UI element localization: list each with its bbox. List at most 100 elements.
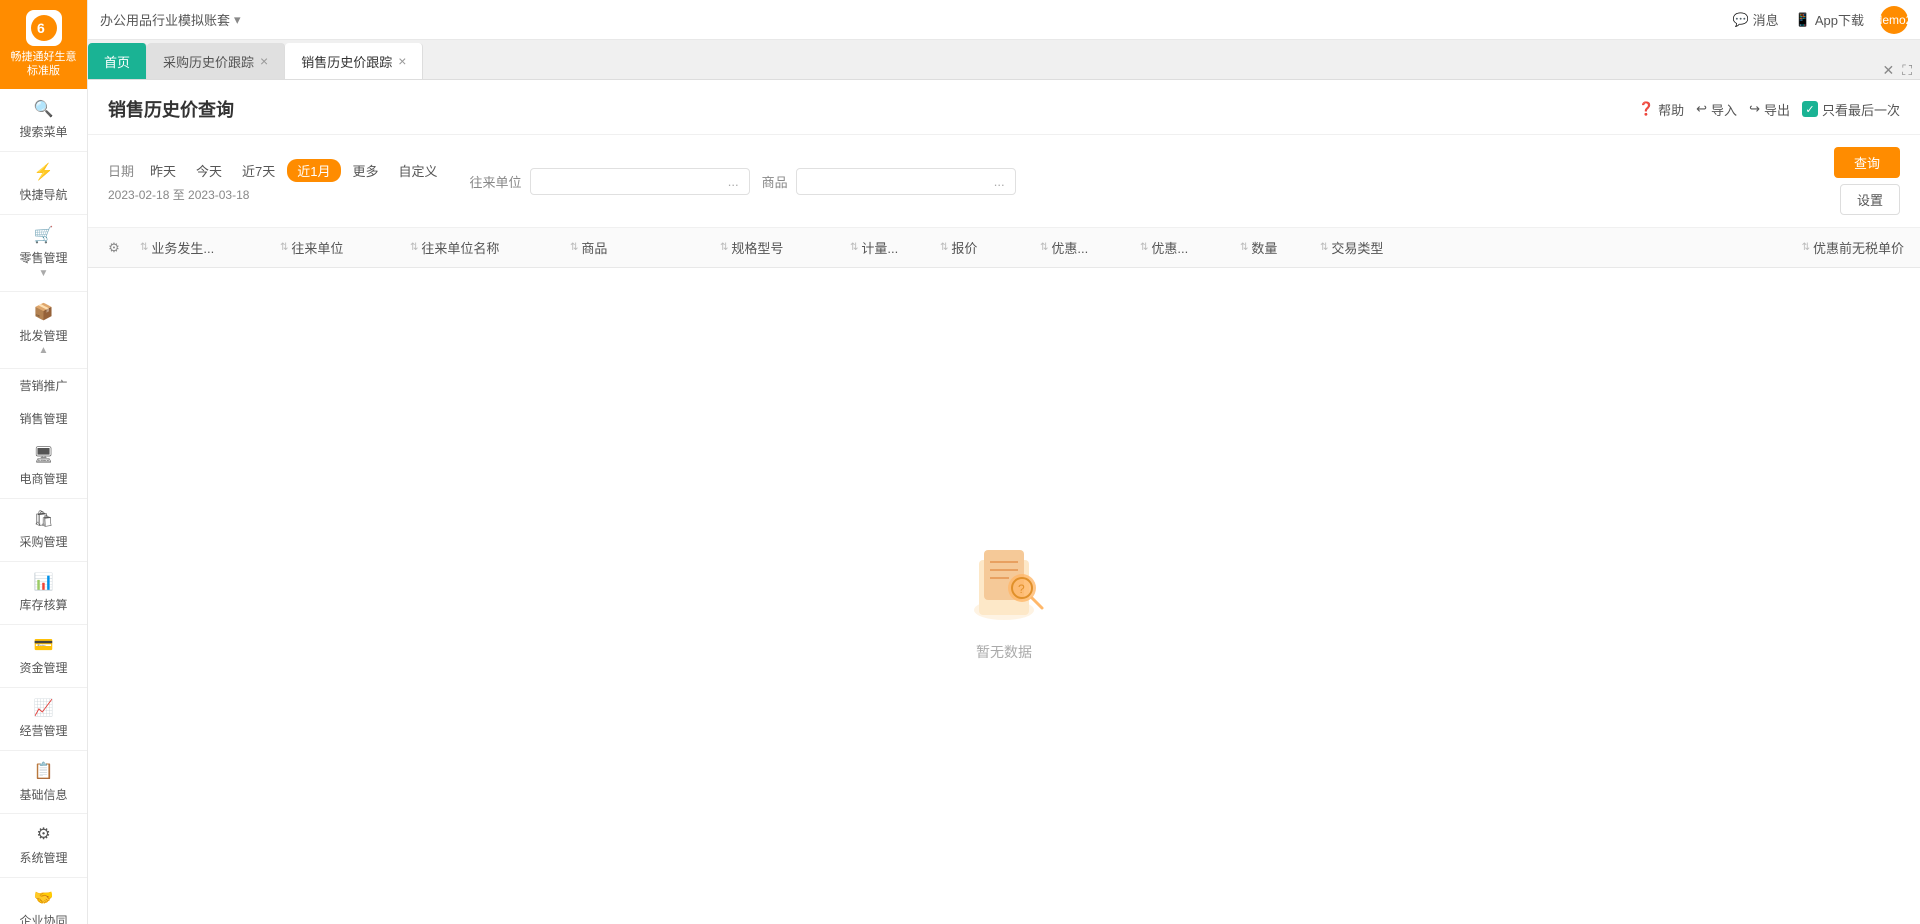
finance-icon: 💳 (34, 635, 54, 657)
sidebar-sub-label: 营销推广 (19, 377, 67, 394)
import-action[interactable]: ↩ 导入 (1696, 100, 1737, 119)
basic-icon: 📋 (34, 761, 54, 783)
th-unit[interactable]: ⇅ 计量... (842, 238, 932, 257)
table-settings-icon[interactable]: ⚙ (96, 240, 132, 256)
app-logo[interactable]: 6 畅捷通好生意 标准版 (0, 0, 87, 89)
purchase-icon: 🛍 (33, 509, 53, 531)
tab-home[interactable]: 首页 (88, 43, 147, 79)
settings-button[interactable]: 设置 (1840, 184, 1900, 215)
th-spec[interactable]: ⇅ 规格型号 (712, 238, 842, 257)
wholesale-icon: 📦 (34, 302, 54, 324)
date-option-more[interactable]: 更多 (345, 159, 387, 182)
page-header-actions: ❓ 帮助 ↩ 导入 ↪ 导出 ✓ 只看最后一次 (1638, 100, 1900, 119)
th-qty[interactable]: ⇅ 数量 (1232, 238, 1312, 257)
query-button[interactable]: 查询 (1834, 147, 1900, 178)
table-header: ⚙ ⇅ 业务发生... ⇅ 往来单位 ⇅ 往来单位名称 ⇅ 商品 (88, 228, 1920, 268)
filter-bar: 日期 昨天 今天 近7天 近1月 更多 自定义 2023-02-18 至 202… (88, 135, 1920, 228)
th-partner-name-label: 往来单位名称 (421, 238, 499, 257)
sidebar-sub-label: 销售管理 (19, 410, 67, 427)
sidebar: 6 畅捷通好生意 标准版 🔍 搜索菜单 ⚡ 快捷导航 🛒 零售管理 ▼ 📦 批发… (0, 0, 88, 924)
workspace-title: 办公用品行业模拟账套 ▾ (100, 10, 1720, 29)
sidebar-sub-item-marketing[interactable]: 营销推广 (0, 369, 87, 402)
tab-purchase-history[interactable]: 采购历史价跟踪 × (147, 43, 285, 79)
sidebar-item-inventory[interactable]: 📊 库存核算 (0, 562, 87, 625)
tab-close-all-btn[interactable]: ✕ (1882, 62, 1894, 79)
product-input[interactable]: ... (796, 168, 1016, 195)
message-action[interactable]: 💬 消息 (1732, 10, 1778, 29)
th-discount2[interactable]: ⇅ 优惠... (1132, 238, 1232, 257)
tab-sales-history[interactable]: 销售历史价跟踪 × (285, 43, 423, 79)
sidebar-item-quick-nav[interactable]: ⚡ 快捷导航 (0, 152, 87, 215)
sidebar-item-system[interactable]: ⚙ 系统管理 (0, 814, 87, 877)
show-last-checkbox[interactable]: ✓ 只看最后一次 (1802, 100, 1900, 119)
system-icon: ⚙ (36, 824, 50, 846)
sidebar-item-purchase[interactable]: 🛍 采购管理 (0, 499, 87, 562)
sidebar-item-ecommerce[interactable]: 🖥 电商管理 (0, 435, 87, 498)
th-spec-label: 规格型号 (731, 238, 783, 257)
th-business[interactable]: ⇅ 业务发生... (132, 238, 272, 257)
th-trade-label: 交易类型 (1331, 238, 1383, 257)
export-action[interactable]: ↪ 导出 (1749, 100, 1790, 119)
date-label: 日期 (108, 161, 134, 180)
sidebar-item-enterprise[interactable]: 🤝 企业协同 (0, 878, 87, 924)
import-label: 导入 (1711, 100, 1737, 119)
help-label: 帮助 (1658, 100, 1684, 119)
tab-end-actions: ✕ ⛶ (1882, 62, 1920, 79)
sidebar-item-label: 批发管理 (19, 328, 67, 345)
date-option-1month[interactable]: 近1月 (287, 159, 340, 182)
tab-home-label: 首页 (104, 52, 130, 71)
sidebar-item-finance[interactable]: 💳 资金管理 (0, 625, 87, 688)
sidebar-item-label: 资金管理 (19, 660, 67, 677)
tab-purchase-close[interactable]: × (260, 53, 268, 69)
th-partner[interactable]: ⇅ 往来单位 (272, 238, 402, 257)
product-dots: ... (994, 174, 1005, 189)
sidebar-item-search[interactable]: 🔍 搜索菜单 (0, 89, 87, 152)
th-product-label: 商品 (581, 238, 607, 257)
partner-label: 往来单位 (470, 172, 522, 191)
sort-icon: ⇅ (1802, 242, 1810, 253)
sidebar-item-basic[interactable]: 📋 基础信息 (0, 751, 87, 814)
sidebar-sub-item-sales[interactable]: 销售管理 (0, 402, 87, 435)
partner-dots: ... (728, 174, 739, 189)
th-discount2-label: 优惠... (1151, 238, 1188, 257)
th-quote[interactable]: ⇅ 报价 (932, 238, 1032, 257)
th-partner-name[interactable]: ⇅ 往来单位名称 (402, 238, 562, 257)
partner-filter-group: 往来单位 ... (470, 168, 750, 195)
empty-illustration: ? (954, 530, 1054, 630)
message-icon: 💬 (1732, 12, 1748, 28)
workspace-dropdown[interactable]: ▾ (234, 12, 241, 28)
sidebar-item-label: 经营管理 (19, 723, 67, 740)
th-discount1[interactable]: ⇅ 优惠... (1032, 238, 1132, 257)
app-download-action[interactable]: 📱 App下载 (1795, 10, 1864, 29)
partner-input[interactable]: ... (530, 168, 750, 195)
sidebar-item-wholesale[interactable]: 📦 批发管理 ▲ (0, 292, 87, 369)
date-option-today[interactable]: 今天 (188, 159, 230, 182)
tab-maximize-btn[interactable]: ⛶ (1902, 62, 1912, 79)
sidebar-item-label: 企业协同 (19, 913, 67, 924)
sort-icon: ⇅ (850, 242, 858, 253)
th-trade[interactable]: ⇅ 交易类型 (1312, 238, 1432, 257)
th-no-tax[interactable]: ⇅ 优惠前无税单价 (1432, 238, 1912, 257)
sidebar-item-label: 电商管理 (19, 471, 67, 488)
date-filter-wrapper: 日期 昨天 今天 近7天 近1月 更多 自定义 2023-02-18 至 202… (108, 159, 446, 203)
filter-buttons: 查询 设置 (1834, 147, 1900, 215)
date-option-custom[interactable]: 自定义 (391, 159, 446, 182)
tab-purchase-label: 采购历史价跟踪 (163, 52, 254, 71)
th-product[interactable]: ⇅ 商品 (562, 238, 712, 257)
sort-icon: ⇅ (940, 242, 948, 253)
sidebar-item-retail[interactable]: 🛒 零售管理 ▼ (0, 215, 87, 292)
sort-asc-icon: ⇅ (140, 242, 148, 253)
export-label: 导出 (1764, 100, 1790, 119)
page-header: 销售历史价查询 ❓ 帮助 ↩ 导入 ↪ 导出 ✓ 只看最后一次 (88, 80, 1920, 135)
checkbox-checked-icon: ✓ (1802, 101, 1818, 117)
sidebar-item-operations[interactable]: 📈 经营管理 (0, 688, 87, 751)
empty-state: ? 暂无数据 (88, 268, 1920, 924)
product-label: 商品 (762, 172, 788, 191)
help-action[interactable]: ❓ 帮助 (1638, 100, 1684, 119)
date-option-yesterday[interactable]: 昨天 (142, 159, 184, 182)
help-icon: ❓ (1638, 101, 1654, 117)
date-option-7days[interactable]: 近7天 (234, 159, 283, 182)
tab-sales-close[interactable]: × (398, 53, 406, 69)
chevron-down-icon: ▼ (39, 267, 49, 281)
user-avatar[interactable]: demo2 (1880, 6, 1908, 34)
